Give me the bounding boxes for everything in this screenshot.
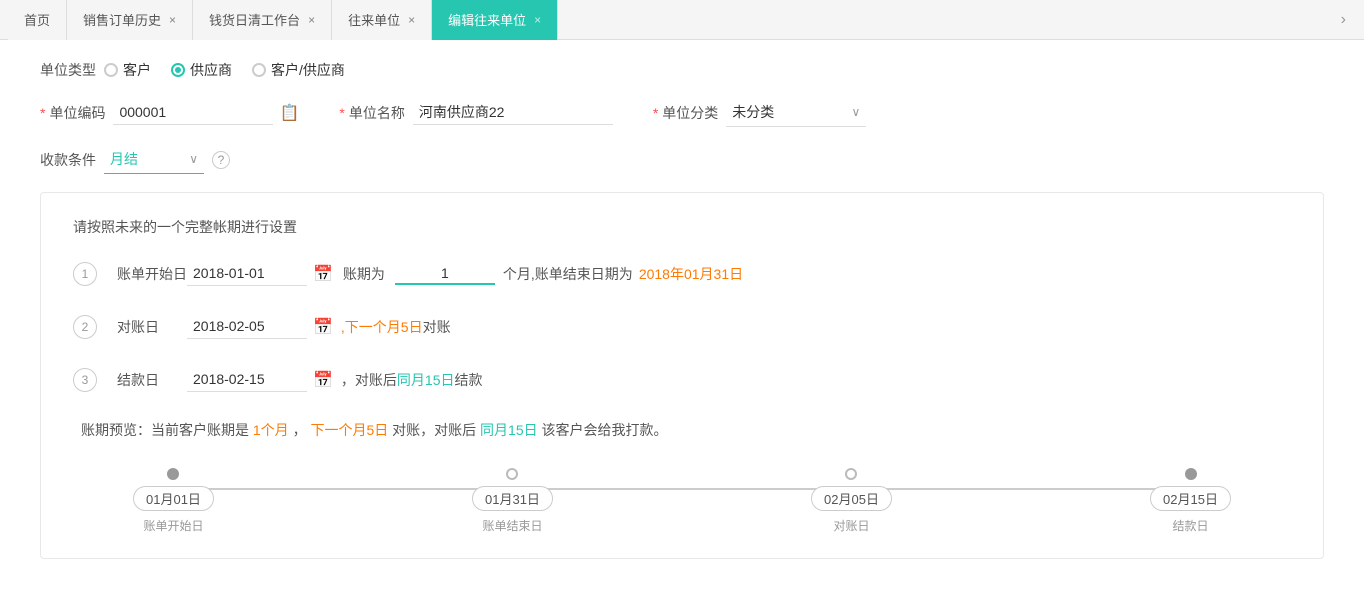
preview-teal: 同月15日 <box>480 422 538 438</box>
step-3-date-input[interactable] <box>187 367 307 392</box>
radio-both[interactable]: 客户/供应商 <box>252 60 345 80</box>
step-1-date-input[interactable] <box>187 261 307 286</box>
radio-supplier[interactable]: 供应商 <box>171 60 232 80</box>
tab-cash-work[interactable]: 钱货日清工作台 × <box>193 0 332 40</box>
timeline-dot-3 <box>845 468 857 480</box>
step-3-num: 3 <box>73 368 97 392</box>
unit-code-icon[interactable]: 📋 <box>279 103 299 123</box>
unit-category-dropdown[interactable]: 未分类 ∨ <box>726 98 866 127</box>
timeline-label-4: 结款日 <box>1173 517 1209 534</box>
step-1-end-date: 2018年01月31日 <box>639 264 743 284</box>
tab-counterparty[interactable]: 往来单位 × <box>332 0 432 40</box>
unit-type-radio-group: 客户 供应商 客户/供应商 <box>104 60 345 80</box>
unit-category-value: 未分类 <box>732 102 845 122</box>
step-3-teal-text: 同月15日 <box>397 370 455 390</box>
unit-details-row: * 单位编码 📋 * 单位名称 * 单位分类 未分类 ∨ <box>40 98 1324 127</box>
unit-category-arrow: ∨ <box>851 105 860 119</box>
tab-edit-counterparty[interactable]: 编辑往来单位 × <box>432 0 558 40</box>
unit-name-group: * 单位名称 <box>339 100 612 125</box>
step-2-normal-text: 对账 <box>423 317 451 337</box>
preview-text4: 该客户会给我打款。 <box>542 422 668 438</box>
step-3-label: 结款日 <box>117 370 187 390</box>
tab-bar: 首页 销售订单历史 × 钱货日清工作台 × 往来单位 × 编辑往来单位 × › <box>0 0 1364 40</box>
timeline-bubble-2: 01月31日 <box>472 486 553 511</box>
tab-home[interactable]: 首页 <box>8 0 67 40</box>
payment-terms-dropdown[interactable]: 月结 ∨ <box>104 145 204 174</box>
step-2-label: 对账日 <box>117 317 187 337</box>
step-1-row: 1 账单开始日 📅 账期为 个月,账单结束日期为 2018年01月31日 <box>73 261 1291 286</box>
timeline-items: 01月01日 账单开始日 01月31日 账单结束日 02月05日 对账日 02月… <box>133 468 1231 534</box>
unit-category-label: 单位分类 <box>662 103 718 123</box>
close-tab-cash-work[interactable]: × <box>308 13 315 27</box>
unit-code-label: 单位编码 <box>49 103 105 123</box>
step-2-num: 2 <box>73 315 97 339</box>
radio-supplier-label: 供应商 <box>190 60 232 80</box>
unit-code-group: * 单位编码 📋 <box>40 100 299 125</box>
step-2-row: 2 对账日 📅 ,下一个月5日 对账 <box>73 314 1291 339</box>
radio-customer[interactable]: 客户 <box>104 60 151 80</box>
tab-more-button[interactable]: › <box>1331 11 1356 29</box>
step-1-label: 账单开始日 <box>117 264 187 284</box>
tab-sales-history[interactable]: 销售订单历史 × <box>67 0 193 40</box>
unit-name-input[interactable] <box>413 100 613 125</box>
radio-customer-circle <box>104 63 118 77</box>
step-1-period-prefix: 账期为 <box>343 264 385 284</box>
radio-both-circle <box>252 63 266 77</box>
preview-label: 账期预览：当前客户账期是 <box>81 422 249 438</box>
step-2-date-input[interactable] <box>187 314 307 339</box>
unit-type-label: 单位类型 <box>40 60 96 80</box>
payment-terms-help-icon[interactable]: ? <box>212 151 230 169</box>
payment-terms-label: 收款条件 <box>40 150 96 170</box>
period-card: 请按照未来的一个完整帐期进行设置 1 账单开始日 📅 账期为 个月,账单结束日期… <box>40 192 1324 559</box>
unit-category-required: * <box>653 105 658 121</box>
timeline-container: 01月01日 账单开始日 01月31日 账单结束日 02月05日 对账日 02月… <box>73 468 1291 534</box>
timeline-dot-4 <box>1185 468 1197 480</box>
radio-customer-label: 客户 <box>123 60 151 80</box>
timeline-item-2: 01月31日 账单结束日 <box>472 468 553 534</box>
timeline-item-4: 02月15日 结款日 <box>1150 468 1231 534</box>
unit-name-required: * <box>339 105 344 121</box>
unit-code-required: * <box>40 105 45 121</box>
timeline-label-1: 账单开始日 <box>143 517 203 534</box>
unit-type-row: 单位类型 客户 供应商 客户/供应商 <box>40 60 1324 80</box>
payment-terms-row: 收款条件 月结 ∨ ? <box>40 145 1324 174</box>
radio-supplier-circle <box>171 63 185 77</box>
card-instruction: 请按照未来的一个完整帐期进行设置 <box>73 217 1291 237</box>
payment-terms-arrow: ∨ <box>189 152 198 166</box>
step-1-calendar-icon[interactable]: 📅 <box>313 264 333 284</box>
step-1-num: 1 <box>73 262 97 286</box>
preview-text3: 对账，对账后 <box>392 422 476 438</box>
main-content: 单位类型 客户 供应商 客户/供应商 * 单位编码 📋 * 单位名称 <box>0 40 1364 608</box>
close-tab-edit-counterparty[interactable]: × <box>534 13 541 27</box>
step-3-calendar-icon[interactable]: 📅 <box>313 370 333 390</box>
step-3-prefix-text: ，对账后 <box>341 370 397 390</box>
timeline-label-3: 对账日 <box>833 517 869 534</box>
close-tab-sales-history[interactable]: × <box>169 13 176 27</box>
timeline-item-3: 02月05日 对账日 <box>811 468 892 534</box>
radio-both-label: 客户/供应商 <box>271 60 345 80</box>
timeline-dot-1 <box>167 468 179 480</box>
preview-text-row: 账期预览：当前客户账期是 1个月 ， 下一个月5日 对账，对账后 同月15日 该… <box>73 420 1291 440</box>
unit-code-input[interactable] <box>113 100 273 125</box>
step-1-period-input[interactable] <box>395 263 495 285</box>
close-tab-counterparty[interactable]: × <box>408 13 415 27</box>
step-3-row: 3 结款日 📅 ，对账后 同月15日 结款 <box>73 367 1291 392</box>
step-2-calendar-icon[interactable]: 📅 <box>313 317 333 337</box>
timeline-bubble-4: 02月15日 <box>1150 486 1231 511</box>
payment-terms-value: 月结 <box>110 149 183 169</box>
preview-sep1: ， <box>293 422 307 438</box>
preview-orange1: 1个月 <box>253 422 289 438</box>
unit-name-label: 单位名称 <box>349 103 405 123</box>
step-3-suffix-text: 结款 <box>455 370 483 390</box>
timeline-bubble-1: 01月01日 <box>133 486 214 511</box>
step-2-orange-text: ,下一个月5日 <box>341 317 423 337</box>
unit-category-group: * 单位分类 未分类 ∨ <box>653 98 866 127</box>
timeline-item-1: 01月01日 账单开始日 <box>133 468 214 534</box>
step-1-period-suffix: 个月,账单结束日期为 <box>503 264 633 284</box>
timeline-bubble-3: 02月05日 <box>811 486 892 511</box>
preview-orange2: 下一个月5日 <box>310 422 388 438</box>
timeline-label-2: 账单结束日 <box>482 517 542 534</box>
timeline-dot-2 <box>506 468 518 480</box>
